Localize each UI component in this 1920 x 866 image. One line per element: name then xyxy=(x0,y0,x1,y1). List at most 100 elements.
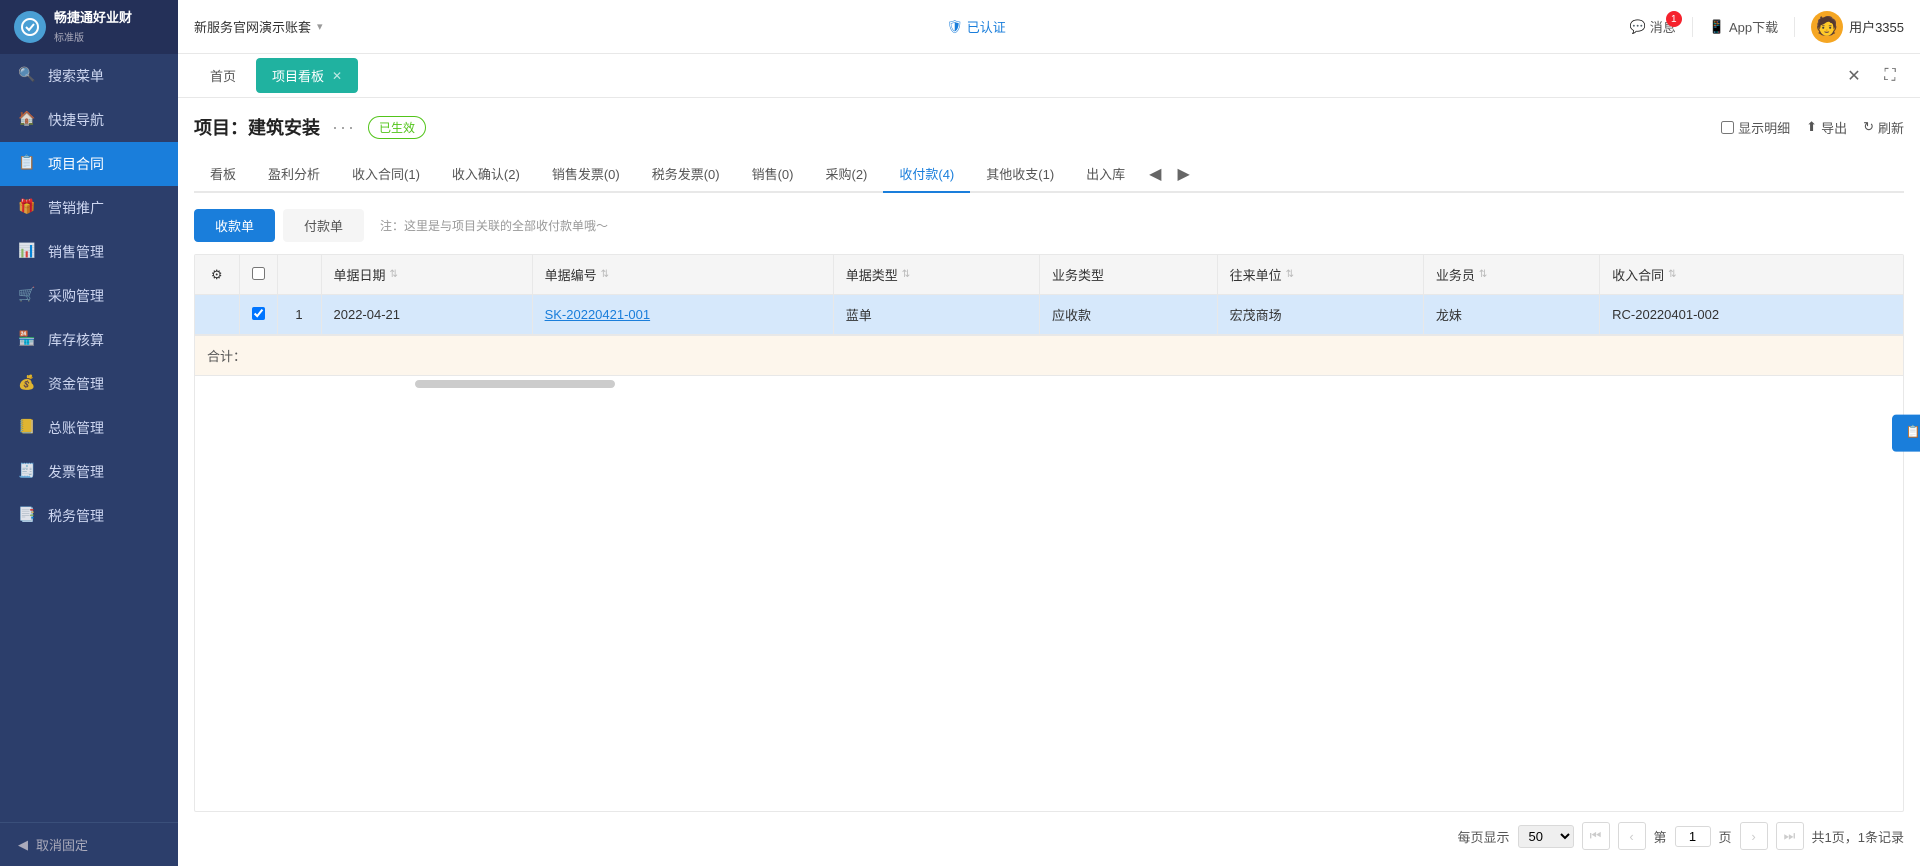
date-column-header[interactable]: 单据日期 ⇅ xyxy=(321,255,532,295)
workspace-selector[interactable]: 新服务官网演示账套 ▾ xyxy=(194,17,323,36)
subtab-payment[interactable]: 收付款(4) xyxy=(883,156,970,193)
row-checkbox-cell[interactable] xyxy=(239,295,277,335)
tabbar-actions: ✕ ⛶ xyxy=(1840,62,1904,90)
user-avatar: 🧑 xyxy=(1811,11,1843,43)
salesperson-column-header[interactable]: 业务员 ⇅ xyxy=(1423,255,1599,295)
footer-label: 合计： xyxy=(207,346,246,365)
sidebar-item-label: 采购管理 xyxy=(48,286,104,306)
sidebar-item-marketing[interactable]: 🎁 营销推广 xyxy=(0,186,178,230)
pagination-last-btn[interactable]: ⏭ xyxy=(1776,822,1804,850)
subtab-income-confirm[interactable]: 收入确认(2) xyxy=(436,156,536,193)
sidebar-header: 畅捷通好业财 标准版 xyxy=(0,0,178,54)
salesperson-sort-icon: ⇅ xyxy=(1479,269,1487,280)
pagination-next-btn[interactable]: › xyxy=(1740,822,1768,850)
content-area: 项目：建筑安装 ··· 已生效 显示明细 ⬆ 导出 ↻ 刷新 xyxy=(178,98,1920,866)
refresh-button[interactable]: ↻ 刷新 xyxy=(1863,118,1904,137)
subtab-tax-invoice[interactable]: 税务发票(0) xyxy=(636,156,736,193)
show-detail-checkbox[interactable]: 显示明细 xyxy=(1721,118,1790,137)
tabbar: 首页 项目看板 ✕ ✕ ⛶ xyxy=(178,54,1920,98)
sidebar-item-ledger[interactable]: 📒 总账管理 xyxy=(0,406,178,450)
contract-icon: 📋 xyxy=(18,154,38,174)
app-logo xyxy=(14,11,46,43)
sidebar-item-search[interactable]: 🔍 搜索菜单 xyxy=(0,54,178,98)
sidebar-item-invoice[interactable]: 🧾 发票管理 xyxy=(0,450,178,494)
tab-project-board-label: 项目看板 xyxy=(272,66,324,85)
biz-type-column-header: 业务类型 xyxy=(1039,255,1217,295)
subtab-kanban[interactable]: 看板 xyxy=(194,156,252,193)
sidebar-item-inventory[interactable]: 🏪 库存核算 xyxy=(0,318,178,362)
subtab-other-income[interactable]: 其他收支(1) xyxy=(970,156,1070,193)
sidebar-item-tax[interactable]: 📑 税务管理 xyxy=(0,494,178,538)
right-action-icon: 📋 xyxy=(1906,425,1920,442)
verified-label: 已认证 xyxy=(967,17,1006,36)
app-download-button[interactable]: 📱 App下载 xyxy=(1709,17,1778,36)
subtab-profit[interactable]: 盈利分析 xyxy=(252,156,336,193)
code-column-header[interactable]: 单据编号 ⇅ xyxy=(532,255,833,295)
income-contract-sort-icon: ⇅ xyxy=(1668,269,1676,280)
messages-button[interactable]: 💬 消息 1 xyxy=(1630,17,1676,36)
pagination-prev-btn[interactable]: ‹ xyxy=(1618,822,1646,850)
subtab-inout[interactable]: 出入库 xyxy=(1070,156,1141,193)
messages-badge: 1 xyxy=(1666,11,1682,27)
app-download-label: App下载 xyxy=(1729,17,1778,36)
table-header-row: ⚙ 单据日期 ⇅ xyxy=(195,255,1903,295)
subtab-purchase[interactable]: 采购(2) xyxy=(809,156,883,193)
right-action-button[interactable]: 📋 xyxy=(1892,415,1920,452)
code-sort-icon: ⇅ xyxy=(601,269,609,280)
horizontal-scrollbar[interactable] xyxy=(415,380,615,388)
sidebar-item-contract[interactable]: 📋 项目合同 xyxy=(0,142,178,186)
subtab-prev-arrow[interactable]: ◀ xyxy=(1141,160,1169,188)
inner-tab-note: 注：这里是与项目关联的全部收付款单哦～ xyxy=(380,217,608,234)
row-type: 蓝单 xyxy=(833,295,1039,335)
sidebar-item-label: 营销推广 xyxy=(48,198,104,218)
tab-close-window-button[interactable]: ✕ xyxy=(1840,62,1868,90)
row-income-contract: RC-20220401-002 xyxy=(1600,295,1903,335)
project-more-button[interactable]: ··· xyxy=(332,117,356,138)
row-checkbox[interactable] xyxy=(252,307,265,320)
checkbox-column-header[interactable] xyxy=(239,255,277,295)
scrollbar-row xyxy=(195,375,1903,392)
tab-close-icon[interactable]: ✕ xyxy=(332,69,342,83)
settings-column-header[interactable]: ⚙ xyxy=(195,255,239,295)
sales-icon: 📊 xyxy=(18,242,38,262)
income-contract-column-header[interactable]: 收入合同 ⇅ xyxy=(1600,255,1903,295)
tab-home[interactable]: 首页 xyxy=(194,58,252,93)
per-page-select[interactable]: 50 100 xyxy=(1518,825,1574,848)
inner-tabs: 收款单 付款单 注：这里是与项目关联的全部收付款单哦～ xyxy=(194,209,1904,242)
subtab-next-arrow[interactable]: ▶ xyxy=(1169,160,1197,188)
main-area: 新服务官网演示账套 ▾ 🛡 已认证 💬 消息 1 📱 App下载 🧑 用户335… xyxy=(178,0,1920,866)
sidebar-unpin[interactable]: ◀ 取消固定 xyxy=(0,822,178,866)
capital-icon: 💰 xyxy=(18,374,38,394)
subtab-sales-invoice[interactable]: 销售发票(0) xyxy=(536,156,636,193)
subtab-income-contract[interactable]: 收入合同(1) xyxy=(336,156,436,193)
row-code[interactable]: SK-20220421-001 xyxy=(532,295,833,335)
tab-fullscreen-button[interactable]: ⛶ xyxy=(1876,62,1904,90)
subtab-sales[interactable]: 销售(0) xyxy=(736,156,810,193)
inner-tab-receipt[interactable]: 收款单 xyxy=(194,209,275,242)
user-menu[interactable]: 🧑 用户3355 xyxy=(1811,11,1904,43)
subtabs: 看板 盈利分析 收入合同(1) 收入确认(2) 销售发票(0) 税务发票(0) … xyxy=(194,156,1904,193)
tab-home-label: 首页 xyxy=(210,66,236,85)
phone-icon: 📱 xyxy=(1709,19,1725,35)
sidebar-item-purchase[interactable]: 🛒 采购管理 xyxy=(0,274,178,318)
purchase-icon: 🛒 xyxy=(18,286,38,306)
pagination: 每页显示 50 100 ⏮ ‹ 第 页 › ⏭ 共1页，1条记录 xyxy=(194,812,1904,850)
sidebar-item-capital[interactable]: 💰 资金管理 xyxy=(0,362,178,406)
sidebar-footer-label: 取消固定 xyxy=(36,835,88,854)
pagination-first-btn[interactable]: ⏮ xyxy=(1582,822,1610,850)
pagination-current-input[interactable] xyxy=(1675,826,1711,847)
workspace-name: 新服务官网演示账套 xyxy=(194,17,311,36)
partner-sort-icon: ⇅ xyxy=(1286,269,1294,280)
sidebar-item-sales[interactable]: 📊 销售管理 xyxy=(0,230,178,274)
page-suffix: 页 xyxy=(1719,827,1732,846)
show-detail-input[interactable] xyxy=(1721,121,1734,134)
select-all-checkbox[interactable] xyxy=(252,267,265,280)
date-sort-icon: ⇅ xyxy=(390,269,398,280)
inner-tab-payment[interactable]: 付款单 xyxy=(283,209,364,242)
tab-project-board[interactable]: 项目看板 ✕ xyxy=(256,58,358,93)
export-button[interactable]: ⬆ 导出 xyxy=(1806,118,1847,137)
sidebar-item-quick[interactable]: 🏠 快捷导航 xyxy=(0,98,178,142)
partner-column-header[interactable]: 往来单位 ⇅ xyxy=(1217,255,1423,295)
type-column-header[interactable]: 单据类型 ⇅ xyxy=(833,255,1039,295)
topbar-actions: 💬 消息 1 📱 App下载 🧑 用户3355 xyxy=(1630,11,1904,43)
